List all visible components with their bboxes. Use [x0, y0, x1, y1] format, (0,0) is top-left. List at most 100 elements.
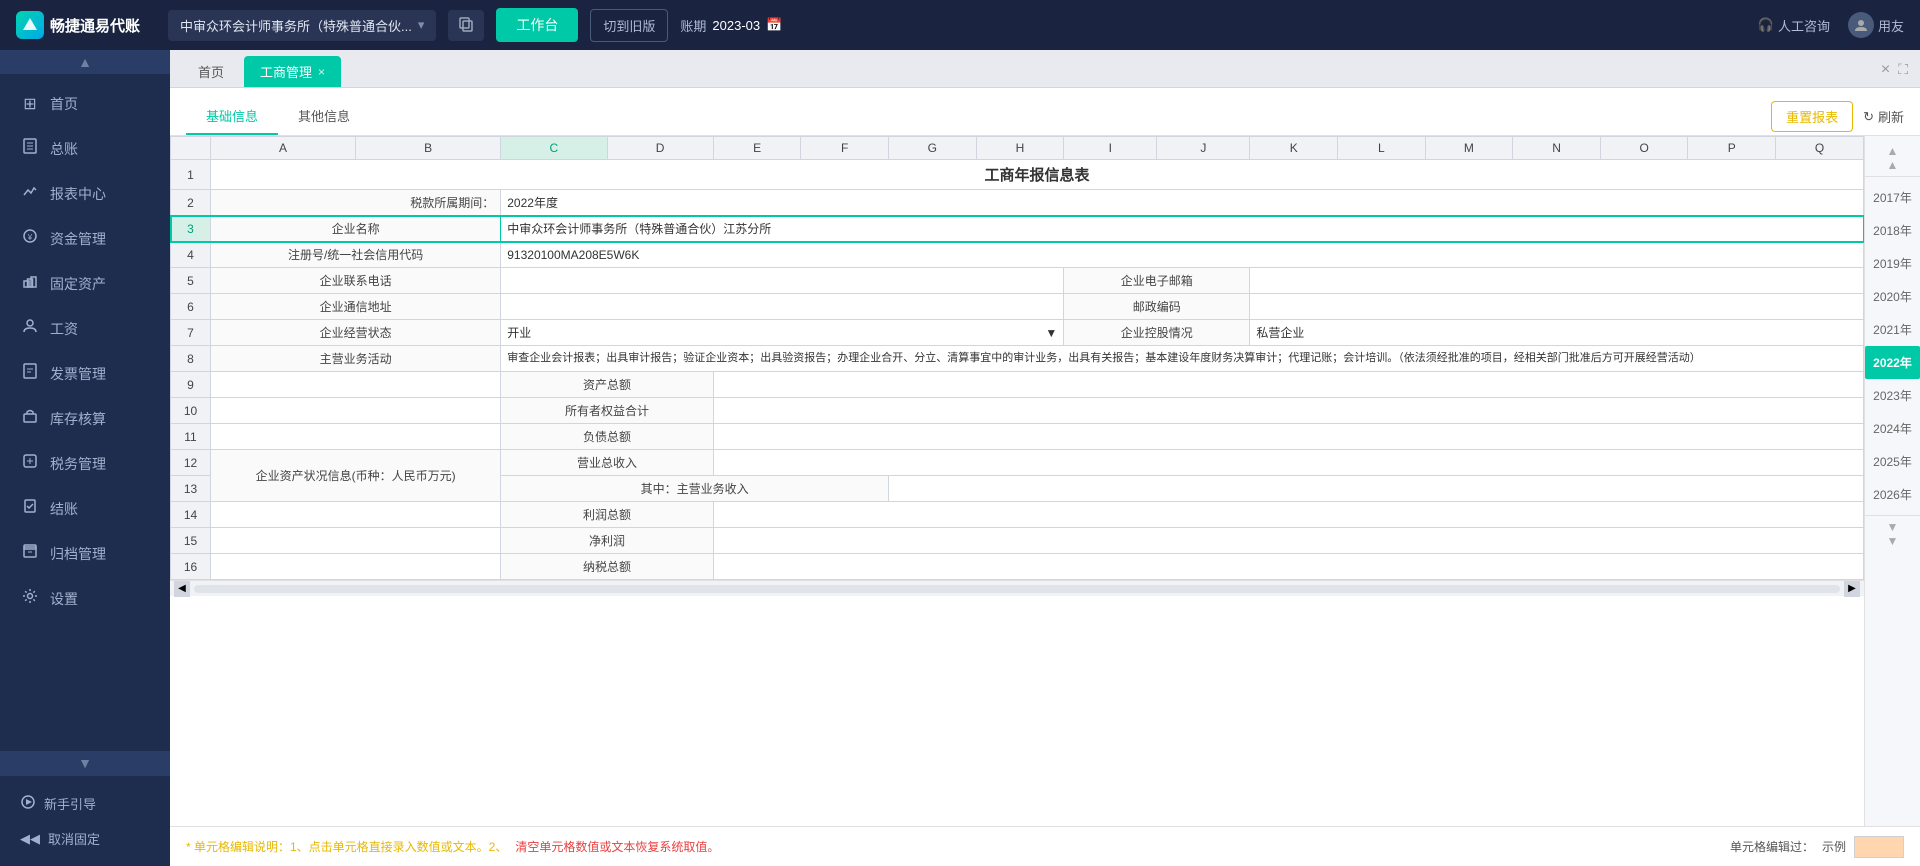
- col-header-q: Q: [1776, 137, 1864, 160]
- year-item-2026[interactable]: 2026年: [1865, 478, 1920, 511]
- scroll-left-button[interactable]: ◀: [174, 581, 190, 597]
- table-row: 14 利润总额: [171, 502, 1864, 528]
- row-num-8: 8: [171, 346, 211, 372]
- horizontal-scrollbar[interactable]: ◀ ▶: [170, 580, 1864, 596]
- panel-chevron-up[interactable]: ▲: [1887, 144, 1899, 158]
- tab-close-icon[interactable]: ×: [318, 65, 325, 79]
- year-panel: ▲ ▲ 2017年 2018年 2019年 2020年 2021年 2022年 …: [1864, 136, 1920, 826]
- row-num-16: 16: [171, 554, 211, 580]
- col-header-i: I: [1064, 137, 1157, 160]
- subtab-other[interactable]: 其他信息: [278, 98, 370, 135]
- sidebar-label-reports: 报表中心: [50, 184, 106, 204]
- service-button[interactable]: 🎧 人工咨询: [1758, 16, 1830, 35]
- business-label-cell: 主营业务活动: [211, 346, 501, 372]
- profit-value-cell[interactable]: [713, 502, 1863, 528]
- sidebar-item-invoice[interactable]: 发票管理: [0, 351, 170, 396]
- reset-report-button[interactable]: 重置报表: [1771, 101, 1853, 132]
- subtab-basic[interactable]: 基础信息: [186, 98, 278, 135]
- spreadsheet-container[interactable]: A B C D E F G H I J K L M: [170, 136, 1864, 826]
- net-profit-value-cell[interactable]: [713, 528, 1863, 554]
- sidebar-scroll-up[interactable]: ▲: [0, 50, 170, 74]
- sidebar-item-close[interactable]: 结账: [0, 486, 170, 531]
- company-name-label-cell: 企业名称: [211, 216, 501, 242]
- col-header-g: G: [888, 137, 976, 160]
- row-num-6: 6: [171, 294, 211, 320]
- business-value-cell[interactable]: 审查企业会计报表；出具审计报告；验证企业资本；出具验资报告；办理企业合开、分立、…: [501, 346, 1864, 372]
- postcode-label-cell: 邮政编码: [1064, 294, 1250, 320]
- year-item-2025[interactable]: 2025年: [1865, 445, 1920, 478]
- sidebar-item-finance[interactable]: ¥ 资金管理: [0, 216, 170, 261]
- expand-panel-button[interactable]: ⛶: [1898, 61, 1908, 79]
- revenue-value-cell[interactable]: [713, 450, 1863, 476]
- sidebar-nav: ⊞ 首页 总账 报表中心 ¥ 资金管理 固定资产: [0, 74, 170, 751]
- reg-no-value-cell[interactable]: 91320100MA208E5W6K: [501, 242, 1864, 268]
- sidebar-item-ledger[interactable]: 总账: [0, 126, 170, 171]
- calendar-icon[interactable]: 📅: [766, 17, 782, 33]
- address-value-cell[interactable]: [501, 294, 1064, 320]
- user-area[interactable]: 用友: [1848, 12, 1904, 38]
- postcode-value-cell[interactable]: [1250, 294, 1864, 320]
- company-selector[interactable]: 中审众环会计师事务所（特殊普通合伙... ▾: [168, 10, 436, 41]
- sidebar-label-home: 首页: [50, 94, 78, 114]
- equity-value-cell[interactable]: [713, 398, 1863, 424]
- year-item-2017[interactable]: 2017年: [1865, 181, 1920, 214]
- col-header-l: L: [1338, 137, 1426, 160]
- year-item-2022[interactable]: 2022年: [1865, 346, 1920, 379]
- sidebar-item-reports[interactable]: 报表中心: [0, 171, 170, 216]
- scroll-track[interactable]: [194, 585, 1840, 593]
- scroll-up-icon[interactable]: ▲: [78, 54, 92, 70]
- main-revenue-label-cell: 其中：主营业务收入: [501, 476, 889, 502]
- status-value: 开业: [507, 324, 531, 341]
- sidebar-item-archive[interactable]: 归档管理: [0, 531, 170, 576]
- sidebar-item-assets[interactable]: 固定资产: [0, 261, 170, 306]
- invoice-icon: [20, 363, 40, 384]
- topbar: 畅捷通易代账 中审众环会计师事务所（特殊普通合伙... ▾ 工作台 切到旧版 账…: [0, 0, 1920, 50]
- year-item-2023[interactable]: 2023年: [1865, 379, 1920, 412]
- year-item-2018[interactable]: 2018年: [1865, 214, 1920, 247]
- holding-value-cell[interactable]: 私营企业: [1250, 320, 1864, 346]
- sidebar-item-unpin[interactable]: ◀◀ 取消固定: [0, 821, 170, 856]
- sidebar-item-guide[interactable]: 新手引导: [0, 786, 170, 821]
- close-accounts-icon: [20, 498, 40, 519]
- phone-value-cell[interactable]: [501, 268, 1064, 294]
- year-item-2020[interactable]: 2020年: [1865, 280, 1920, 313]
- sub-tab-bar: 基础信息 其他信息 重置报表 ↻ 刷新: [170, 88, 1920, 136]
- year-item-2021[interactable]: 2021年: [1865, 313, 1920, 346]
- refresh-button[interactable]: ↻ 刷新: [1863, 107, 1904, 126]
- tab-home[interactable]: 首页: [182, 56, 240, 87]
- tax-value-cell[interactable]: [713, 554, 1863, 580]
- equity-label-cell: 所有者权益合计: [501, 398, 714, 424]
- status-value-cell[interactable]: 开业 ▼: [501, 320, 1064, 346]
- workbench-button[interactable]: 工作台: [496, 8, 578, 42]
- close-panel-button[interactable]: ×: [1881, 61, 1890, 79]
- total-assets-value-cell[interactable]: [713, 372, 1863, 398]
- sidebar-item-tax[interactable]: 税务管理: [0, 441, 170, 486]
- period-value-cell[interactable]: 2022年度: [501, 190, 1864, 216]
- year-item-2024[interactable]: 2024年: [1865, 412, 1920, 445]
- email-value-cell[interactable]: [1250, 268, 1864, 294]
- panel-chevron-down[interactable]: ▼: [1887, 520, 1899, 534]
- sidebar-scroll-down[interactable]: ▼: [0, 751, 170, 775]
- main-revenue-value-cell[interactable]: [888, 476, 1863, 502]
- unpin-icon: ◀◀: [20, 831, 40, 847]
- row-num-3: 3: [171, 216, 211, 242]
- copy-button[interactable]: [448, 10, 484, 41]
- scroll-down-icon[interactable]: ▼: [78, 755, 92, 771]
- panel-chevron-down2[interactable]: ▼: [1887, 534, 1899, 548]
- sidebar-item-home[interactable]: ⊞ 首页: [0, 82, 170, 126]
- debt-value-cell[interactable]: [713, 424, 1863, 450]
- dropdown-icon[interactable]: ▼: [1045, 326, 1057, 340]
- company-name-value-cell[interactable]: 中审众环会计师事务所（特殊普通合伙）江苏分所: [501, 216, 1864, 242]
- sidebar-item-settings[interactable]: 设置: [0, 576, 170, 621]
- title-cell[interactable]: 工商年报信息表: [211, 160, 1864, 190]
- year-item-2019[interactable]: 2019年: [1865, 247, 1920, 280]
- assets-group-label-cell: [211, 372, 501, 398]
- tab-gongshang[interactable]: 工商管理 ×: [244, 56, 341, 87]
- col-header-j: J: [1157, 137, 1250, 160]
- panel-chevron-up2[interactable]: ▲: [1887, 158, 1899, 172]
- table-row: 4 注册号/统一社会信用代码 91320100MA208E5W6K: [171, 242, 1864, 268]
- old-version-button[interactable]: 切到旧版: [590, 9, 668, 42]
- sidebar-item-inventory[interactable]: 库存核算: [0, 396, 170, 441]
- sidebar-item-salary[interactable]: 工资: [0, 306, 170, 351]
- scroll-right-button[interactable]: ▶: [1844, 581, 1860, 597]
